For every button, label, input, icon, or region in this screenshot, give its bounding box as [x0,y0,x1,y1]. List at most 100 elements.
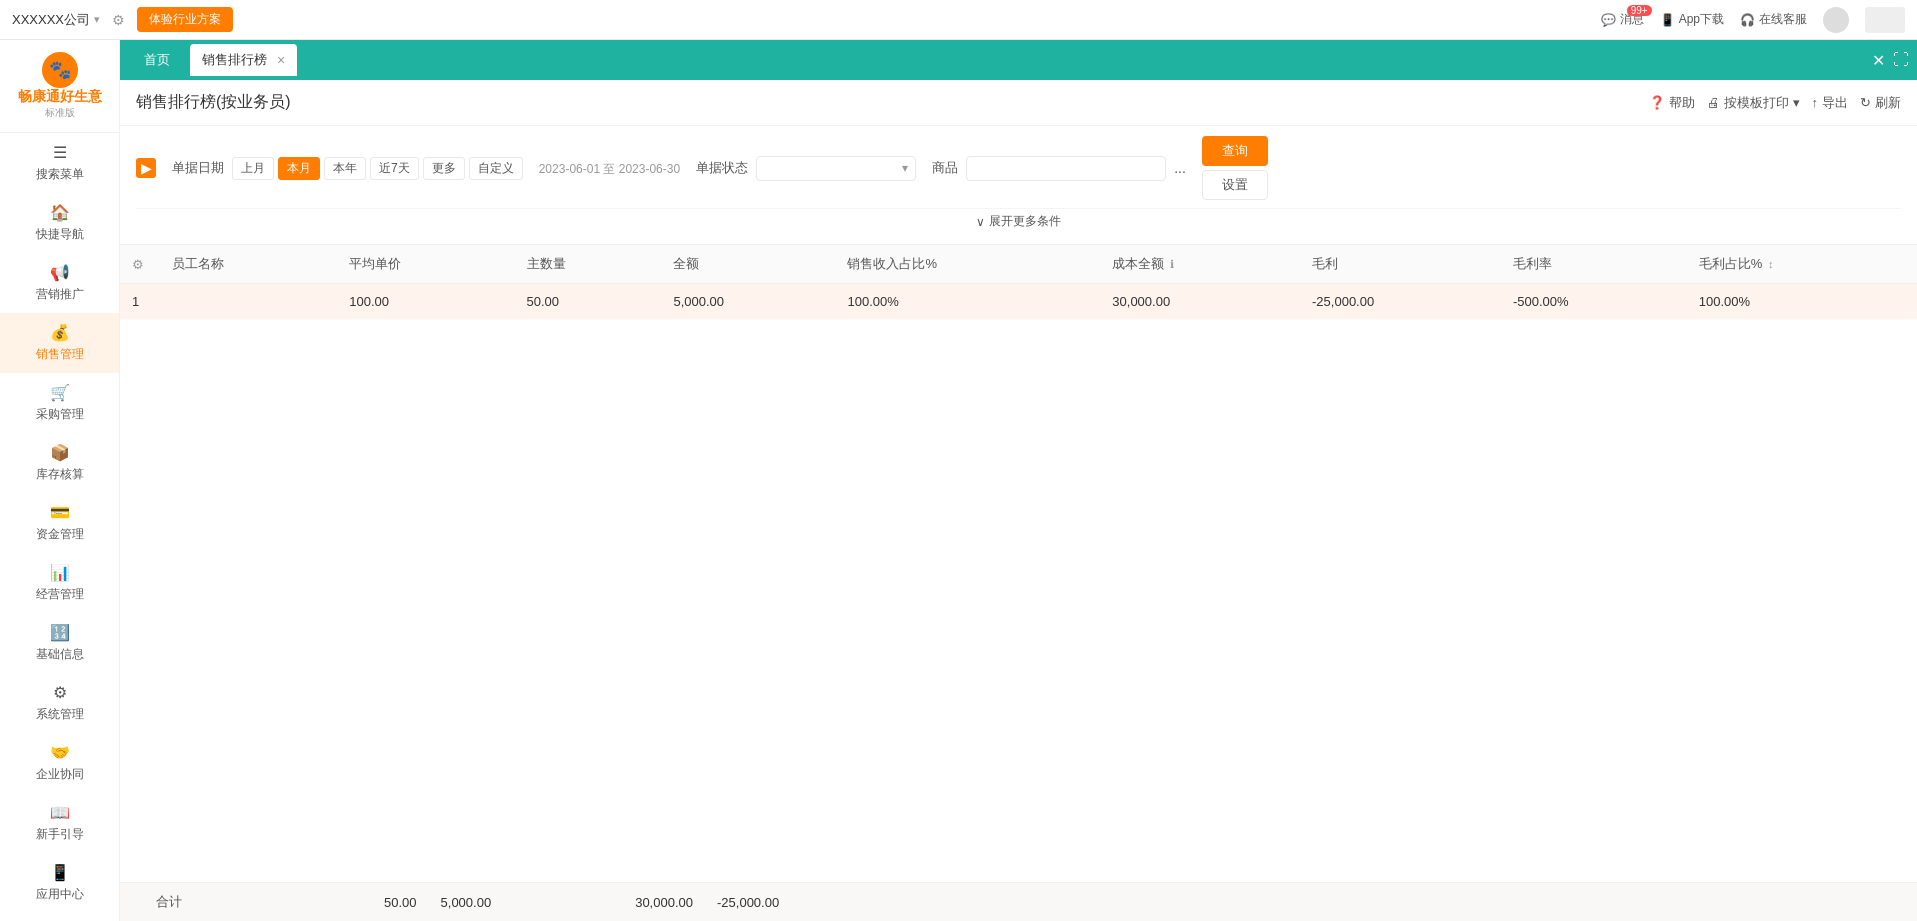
filter-row-1: ▶ 单据日期 上月 本月 本年 近7天 更多 自定义 2023-06-01 至 … [136,136,1901,200]
sidebar-item-label: 资金管理 [36,526,84,543]
logo-sub: 标准版 [45,106,75,120]
th-name: 员工名称 [160,245,337,284]
date-btn-7days[interactable]: 近7天 [370,157,419,180]
trial-button[interactable]: 体验行业方案 [137,7,233,32]
sidebar-item-enterprise[interactable]: 🤝 企业协同 [0,733,119,793]
tab-sales-ranking[interactable]: 销售排行榜 × [190,44,297,76]
export-button[interactable]: ↑ 导出 [1812,94,1849,112]
print-label: 按模板打印 [1724,94,1789,112]
th-cost: 成本全额 ℹ [1100,245,1300,284]
tab-expand-icon[interactable]: ⛶ [1893,51,1909,69]
content-area: 首页 销售排行榜 × ✕ ⛶ 销售排行榜(按业务员) ❓ 帮助 🖨 按模板打印 [120,40,1917,921]
cell-gross-pct: 100.00% [1687,284,1917,320]
tab-home[interactable]: 首页 [128,40,186,80]
marketing-icon: 📢 [50,263,70,282]
app-download-btn[interactable]: 📱 App下载 [1660,11,1724,28]
refresh-button[interactable]: ↻ 刷新 [1860,94,1901,112]
sidebar-item-finance[interactable]: 💳 资金管理 [0,493,119,553]
expand-button[interactable]: ∨ 展开更多条件 [976,213,1061,230]
cost-info-icon[interactable]: ℹ [1170,258,1174,270]
sidebar-item-wechat[interactable]: 💬 企业微信 [0,913,119,921]
footer-qty: 50.00 [372,895,429,910]
purchase-icon: 🛒 [50,383,70,402]
th-amount: 全额 [661,245,835,284]
sidebar-item-operation[interactable]: 📊 经营管理 [0,553,119,613]
company-settings-icon[interactable]: ⚙ [112,12,125,28]
status-filter-label: 单据状态 [696,159,748,177]
status-select[interactable] [756,156,916,181]
filter-goods-item: 商品 ... [932,156,1186,181]
tab-close-window-icon[interactable]: ✕ [1872,51,1885,70]
refresh-label: 刷新 [1875,94,1901,112]
online-service-label: 在线客服 [1759,11,1807,28]
help-label: 帮助 [1669,94,1695,112]
sidebar-item-inventory[interactable]: 📦 库存核算 [0,433,119,493]
page-title: 销售排行榜(按业务员) [136,92,291,113]
sidebar-item-label: 应用中心 [36,886,84,903]
filter-status-item: 单据状态 [696,156,916,181]
goods-more-icon[interactable]: ... [1174,160,1186,176]
th-avg-price: 平均单价 [337,245,514,284]
sidebar-logo: 🐾 畅康通好生意 标准版 [0,40,119,133]
company-selector[interactable]: XXXXXX公司 ▾ [12,11,100,29]
sidebar-item-label: 企业协同 [36,766,84,783]
query-button[interactable]: 查询 [1202,136,1268,166]
footer-cost: 30,000.00 [623,895,705,910]
filter-toggle-button[interactable]: ▶ [136,158,156,178]
date-btn-last-month[interactable]: 上月 [232,157,274,180]
user-name-placeholder[interactable] [1865,7,1905,33]
cell-qty: 50.00 [515,284,662,320]
online-service-icon: 🎧 [1740,13,1755,27]
sidebar-item-sales[interactable]: 💰 销售管理 [0,313,119,373]
goods-input[interactable] [966,156,1166,181]
sidebar-item-label: 营销推广 [36,286,84,303]
filter-bar: ▶ 单据日期 上月 本月 本年 近7天 更多 自定义 2023-06-01 至 … [120,126,1917,245]
sidebar-item-marketing[interactable]: 📢 营销推广 [0,253,119,313]
online-service-btn[interactable]: 🎧 在线客服 [1740,11,1807,28]
date-btn-this-year[interactable]: 本年 [324,157,366,180]
sidebar-item-label: 库存核算 [36,466,84,483]
sidebar-item-system[interactable]: ⚙ 系统管理 [0,673,119,733]
cell-amount: 5,000.00 [661,284,835,320]
sidebar-item-app-center[interactable]: 📱 应用中心 [0,853,119,913]
sidebar-item-label: 采购管理 [36,406,84,423]
sidebar-item-quick-nav[interactable]: 🏠 快捷导航 [0,193,119,253]
cell-gross-rate: -500.00% [1501,284,1687,320]
expand-row: ∨ 展开更多条件 [136,208,1901,234]
cell-gross: -25,000.00 [1300,284,1501,320]
sidebar-item-guide[interactable]: 📖 新手引导 [0,793,119,853]
help-button[interactable]: ❓ 帮助 [1649,94,1695,112]
sidebar-item-search[interactable]: ☰ 搜索菜单 [0,133,119,193]
expand-label: 展开更多条件 [989,213,1061,230]
settings-button[interactable]: 设置 [1202,170,1268,200]
gross-pct-sort-icon[interactable]: ↕ [1768,258,1774,270]
th-qty: 主数量 [515,245,662,284]
print-button[interactable]: 🖨 按模板打印 ▾ [1707,94,1800,112]
footer-gross: -25,000.00 [705,895,791,910]
enterprise-icon: 🤝 [50,743,70,762]
page-header-actions: ❓ 帮助 🖨 按模板打印 ▾ ↑ 导出 ↻ 刷新 [1649,94,1902,112]
tab-close-icon[interactable]: × [277,52,285,68]
logo-text: 畅康通好生意 [18,88,102,106]
guide-icon: 📖 [50,803,70,822]
th-sales-pct: 销售收入占比% [835,245,1100,284]
date-btn-more[interactable]: 更多 [423,157,465,180]
footer-cells: 合计 50.00 5,000.00 30,000.00 -25,000.00 [132,893,1905,911]
sidebar-item-label: 新手引导 [36,826,84,843]
tab-label: 销售排行榜 [202,51,267,69]
date-range-text: 2023-06-01 至 2023-06-30 [539,161,680,178]
message-btn[interactable]: 💬 消息 99+ [1601,11,1644,28]
basics-icon: 🔢 [50,623,70,642]
sidebar-item-label: 快捷导航 [36,226,84,243]
sidebar-item-purchase[interactable]: 🛒 采购管理 [0,373,119,433]
filter-date-item: 单据日期 上月 本月 本年 近7天 更多 自定义 [172,157,523,180]
sidebar-item-basics[interactable]: 🔢 基础信息 [0,613,119,673]
finance-icon: 💳 [50,503,70,522]
column-settings-icon[interactable]: ⚙ [132,257,144,272]
tab-bar: 首页 销售排行榜 × ✕ ⛶ [120,40,1917,80]
avatar[interactable] [1823,7,1849,33]
goods-filter-label: 商品 [932,159,958,177]
date-btn-custom[interactable]: 自定义 [469,157,523,180]
date-btn-this-month[interactable]: 本月 [278,157,320,180]
tab-bar-right: ✕ ⛶ [1872,51,1909,70]
